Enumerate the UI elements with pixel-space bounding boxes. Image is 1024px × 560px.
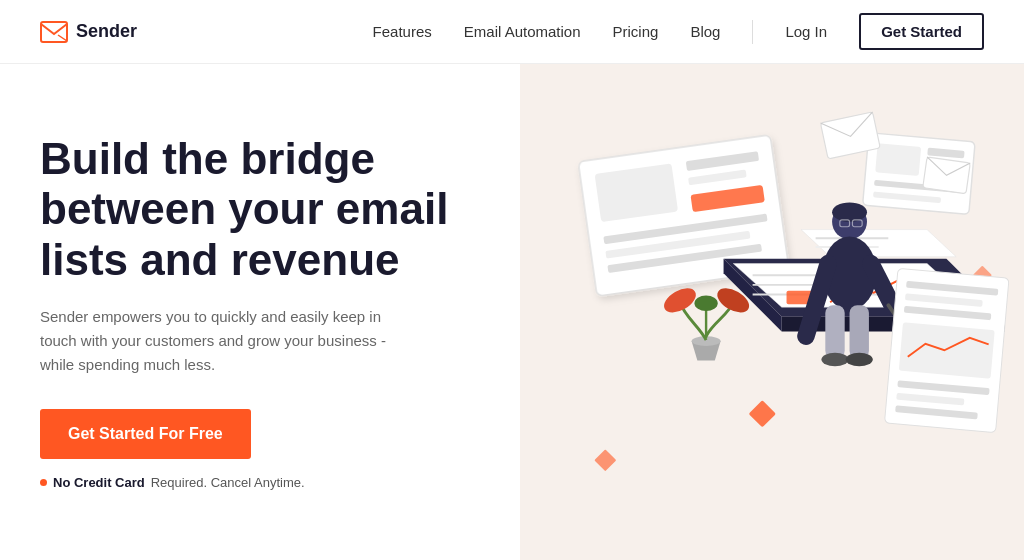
hero-note: No Credit Card Required. Cancel Anytime. bbox=[40, 475, 520, 490]
svg-point-34 bbox=[832, 202, 867, 221]
svg-point-44 bbox=[846, 353, 873, 367]
hero-section: Build the bridge between your email list… bbox=[0, 64, 1024, 560]
svg-point-43 bbox=[821, 353, 848, 367]
svg-point-49 bbox=[694, 296, 717, 312]
svg-rect-18 bbox=[749, 400, 776, 427]
nav-divider bbox=[752, 20, 753, 44]
nav-pricing[interactable]: Pricing bbox=[613, 23, 659, 40]
hero-illustration bbox=[520, 64, 1024, 560]
hero-left: Build the bridge between your email list… bbox=[40, 134, 520, 491]
note-dot bbox=[40, 479, 47, 486]
nav-features[interactable]: Features bbox=[373, 23, 432, 40]
note-bold: No Credit Card bbox=[53, 475, 145, 490]
note-rest: Required. Cancel Anytime. bbox=[151, 475, 305, 490]
svg-rect-42 bbox=[850, 305, 869, 358]
hero-illustration-area bbox=[520, 64, 1024, 560]
svg-rect-54 bbox=[899, 322, 995, 378]
svg-rect-11 bbox=[875, 143, 921, 176]
logo[interactable]: Sender bbox=[40, 21, 137, 43]
nav-login[interactable]: Log In bbox=[785, 23, 827, 40]
logo-icon bbox=[40, 21, 68, 43]
logo-text: Sender bbox=[76, 21, 137, 42]
nav-get-started-button[interactable]: Get Started bbox=[859, 13, 984, 50]
hero-headline: Build the bridge between your email list… bbox=[40, 134, 520, 286]
svg-marker-30 bbox=[801, 230, 956, 257]
svg-rect-41 bbox=[825, 305, 844, 358]
nav-email-automation[interactable]: Email Automation bbox=[464, 23, 581, 40]
navbar: Sender Features Email Automation Pricing… bbox=[0, 0, 1024, 64]
hero-get-started-button[interactable]: Get Started For Free bbox=[40, 409, 251, 459]
nav-links: Features Email Automation Pricing Blog L… bbox=[373, 13, 984, 50]
nav-blog[interactable]: Blog bbox=[690, 23, 720, 40]
hero-subtext: Sender empowers you to quickly and easil… bbox=[40, 305, 420, 377]
svg-point-47 bbox=[660, 283, 700, 317]
svg-rect-19 bbox=[594, 449, 616, 471]
